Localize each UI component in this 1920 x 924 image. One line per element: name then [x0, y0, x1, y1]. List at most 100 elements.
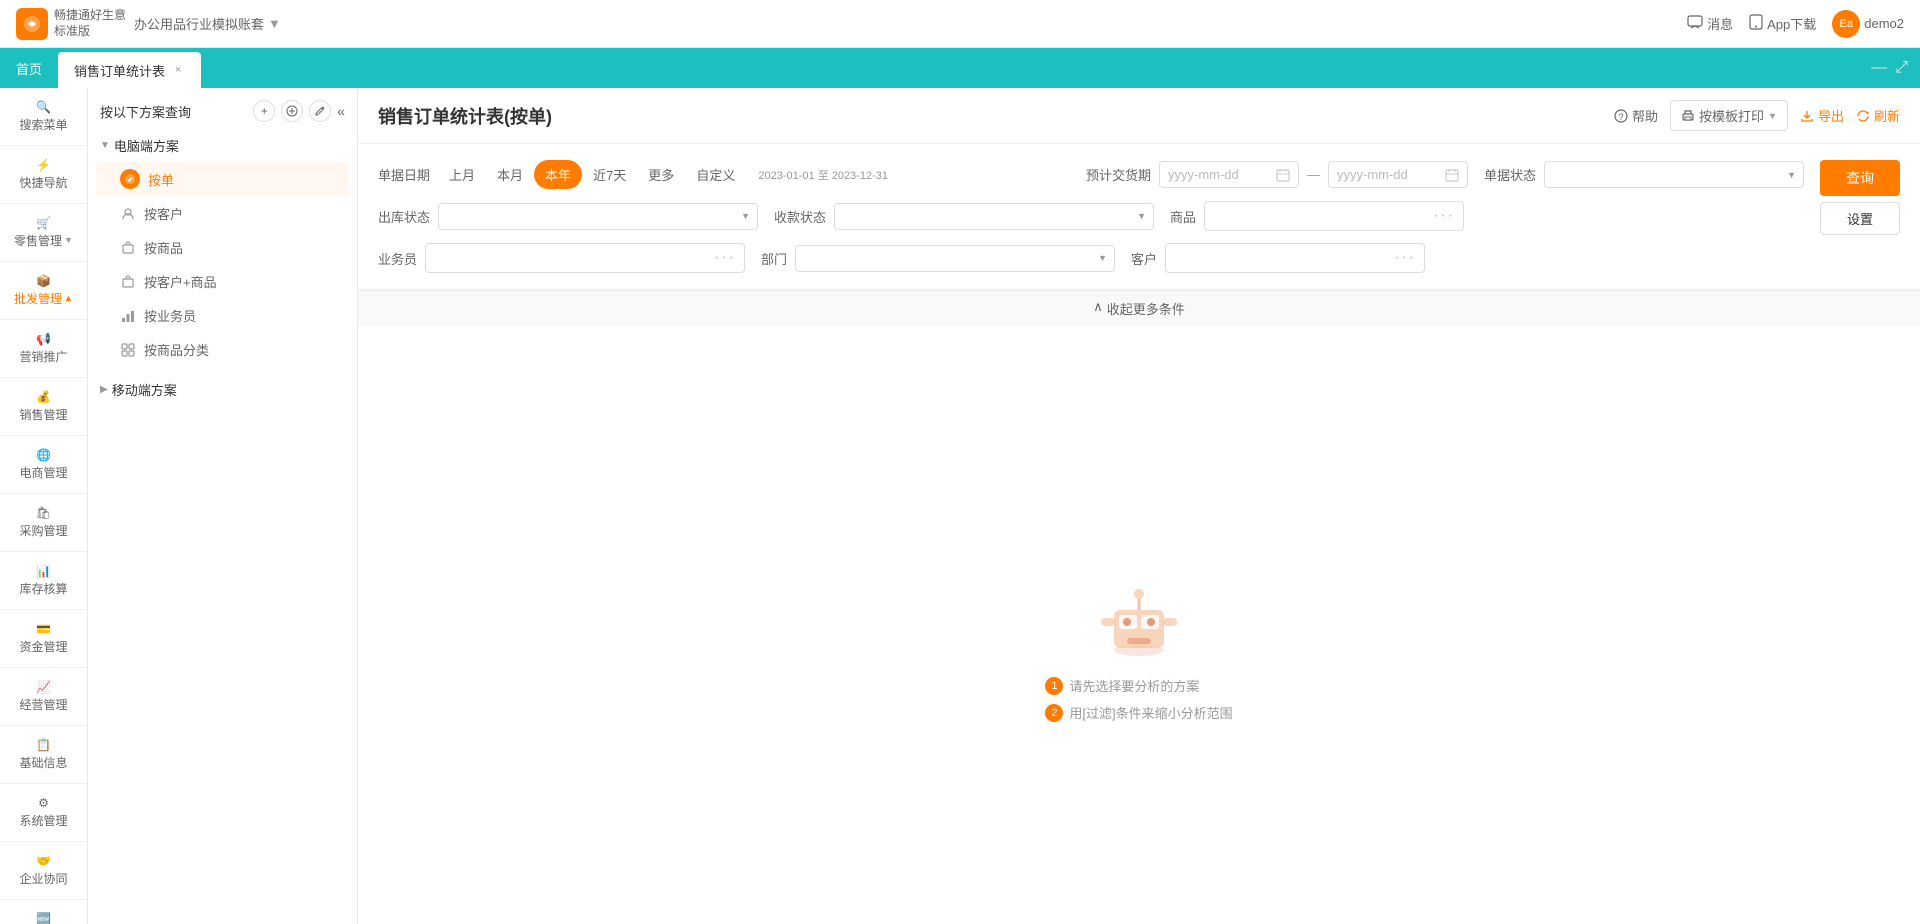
breadcrumb-dropdown-icon[interactable]: ▼ [268, 16, 281, 31]
filter-date-item: 单据日期 上月 本月 本年 近7天 更多 自定义 2023-01-01 至 20… [378, 160, 888, 189]
filter-row-1: 单据日期 上月 本月 本年 近7天 更多 自定义 2023-01-01 至 20… [378, 160, 1804, 189]
by-customer-icon [120, 206, 136, 222]
filter-area: 单据日期 上月 本月 本年 近7天 更多 自定义 2023-01-01 至 20… [358, 144, 1920, 290]
sidebar-item-search-menu[interactable]: 🔍 搜索菜单 [0, 88, 87, 146]
top-bar-right: 消息 App下载 Ea demo2 [1687, 10, 1904, 38]
empty-tip-2: 2 用[过滤]条件来缩小分析范围 [1045, 703, 1232, 722]
operations-icon: 📈 [0, 680, 87, 694]
main-layout: 🔍 搜索菜单 ⚡ 快捷导航 🛒 零售管理 ▼ 📦 批发管理 ▲ 📢 营销推广 [0, 88, 1920, 924]
app-download-btn[interactable]: App下载 [1749, 14, 1816, 33]
edit-scheme-btn[interactable] [281, 100, 303, 122]
sidebar-item-ecommerce[interactable]: 🌐 电商管理 [0, 436, 87, 494]
retail-arrow-icon: ▼ [64, 235, 73, 245]
refresh-btn[interactable]: 刷新 [1856, 106, 1900, 125]
scheme-item-by-salesperson[interactable]: 按业务员 [96, 299, 349, 332]
empty-tips: 1 请先选择要分析的方案 2 用[过滤]条件来缩小分析范围 [1045, 676, 1232, 730]
scheme-group-arrow-icon: ▼ [100, 140, 110, 151]
sidebar-item-wholesale-mgmt[interactable]: 📦 批发管理 ▲ [0, 262, 87, 320]
custom-date-btn[interactable]: 自定义 [685, 160, 746, 189]
scheme-group-mobile-header[interactable]: ▶ 移动端方案 [96, 374, 349, 405]
date-range-dash: — [1307, 167, 1320, 182]
tab-home[interactable]: 首页 [0, 48, 58, 88]
shipping-status-select[interactable] [438, 203, 758, 230]
top-bar: 畅捷通好生意 标准版 办公用品行业模拟账套 ▼ 消息 App下载 Ea demo… [0, 0, 1920, 48]
scheme-item-by-order[interactable]: 按单 [96, 162, 349, 196]
sidebar-item-operations[interactable]: 📈 经营管理 [0, 668, 87, 726]
user-area[interactable]: Ea demo2 [1832, 10, 1904, 38]
date-range-display: 2023-01-01 至 2023-12-31 [758, 167, 888, 183]
scheme-item-by-product[interactable]: 按商品 [96, 231, 349, 264]
by-product-icon [120, 240, 136, 256]
product-label: 商品 [1170, 207, 1196, 226]
product-input[interactable]: ··· [1204, 201, 1464, 231]
tab-sales-order[interactable]: 销售订单统计表 × [58, 52, 201, 88]
tip-text-2: 用[过滤]条件来缩小分析范围 [1069, 703, 1232, 722]
department-select[interactable] [795, 245, 1115, 272]
delivery-date-end[interactable]: yyyy-mm-dd [1328, 161, 1468, 188]
collapse-panel-btn[interactable]: « [337, 103, 345, 119]
empty-illustration [1089, 560, 1189, 660]
scheme-item-by-customer-label: 按客户 [144, 204, 183, 223]
message-label: 消息 [1707, 14, 1733, 33]
collapse-filter-btn[interactable]: ∧ 收起更多条件 [358, 290, 1920, 326]
sidebar-item-purchase[interactable]: 🛍 采购管理 [0, 494, 87, 552]
left-panel-title: 按以下方案查询 [100, 102, 191, 121]
by-salesperson-icon [120, 308, 136, 324]
username: demo2 [1864, 16, 1904, 31]
order-status-select[interactable] [1544, 161, 1804, 188]
customer-input[interactable]: ··· [1165, 243, 1425, 273]
query-btn[interactable]: 查询 [1820, 160, 1900, 196]
this-year-btn[interactable]: 本年 [534, 160, 582, 189]
order-status-select-wrapper [1544, 161, 1804, 188]
page-header: 销售订单统计表(按单) ? 帮助 按模板打印 ▼ 导出 [358, 88, 1920, 144]
add-scheme-btn[interactable]: + [253, 100, 275, 122]
ecommerce-icon: 🌐 [0, 448, 87, 462]
scheme-item-by-customer[interactable]: 按客户 [96, 197, 349, 230]
breadcrumb-area: 办公用品行业模拟账套 ▼ [134, 14, 281, 33]
sidebar-item-quick-nav[interactable]: ⚡ 快捷导航 [0, 146, 87, 204]
last-7-days-btn[interactable]: 近7天 [582, 160, 637, 189]
tab-close-btn[interactable]: × [171, 63, 185, 77]
filter-order-status: 单据状态 [1484, 161, 1804, 188]
payment-status-select[interactable] [834, 203, 1154, 230]
left-panel-header: 按以下方案查询 + « [88, 100, 357, 130]
calendar-icon-end [1445, 168, 1459, 182]
print-btn[interactable]: 按模板打印 ▼ [1670, 100, 1788, 131]
logo-text: 畅捷通好生意 标准版 [54, 8, 126, 39]
help-btn[interactable]: ? 帮助 [1614, 106, 1658, 125]
logo-icon [16, 8, 48, 40]
message-icon [1687, 14, 1703, 33]
salesperson-input[interactable]: ··· [425, 243, 745, 273]
app-download-label: App下载 [1767, 14, 1816, 33]
marketing-icon: 📢 [0, 332, 87, 346]
sidebar-item-finance[interactable]: 💳 资金管理 [0, 610, 87, 668]
tab-minimize-btn[interactable]: — [1871, 59, 1887, 77]
scheme-group-pc-header[interactable]: ▼ 电脑端方案 [96, 130, 349, 161]
delivery-date-start[interactable]: yyyy-mm-dd [1159, 161, 1299, 188]
tip-number-2: 2 [1045, 704, 1063, 722]
sidebar-item-inventory[interactable]: 📊 库存核算 [0, 552, 87, 610]
last-month-btn[interactable]: 上月 [438, 160, 486, 189]
sidebar-item-new-guide[interactable]: 🆕 新手引导 [0, 900, 87, 924]
customer-label: 客户 [1131, 249, 1157, 268]
sidebar-item-retail-mgmt[interactable]: 🛒 零售管理 ▼ [0, 204, 87, 262]
sidebar-item-system[interactable]: ⚙ 系统管理 [0, 784, 87, 842]
sidebar-item-marketing[interactable]: 📢 营销推广 [0, 320, 87, 378]
edit-scheme-icon-btn[interactable] [309, 100, 331, 122]
scheme-item-by-customer-product[interactable]: 按客户+商品 [96, 265, 349, 298]
more-dates-btn[interactable]: 更多 [637, 160, 685, 189]
message-btn[interactable]: 消息 [1687, 14, 1733, 33]
tab-maximize-btn[interactable]: ⤢ [1895, 59, 1908, 77]
settings-btn[interactable]: 设置 [1820, 202, 1900, 235]
top-bar-left: 畅捷通好生意 标准版 办公用品行业模拟账套 ▼ [16, 8, 281, 40]
quick-nav-icon: ⚡ [0, 158, 87, 172]
this-month-btn[interactable]: 本月 [486, 160, 534, 189]
sidebar-item-basic-info[interactable]: 📋 基础信息 [0, 726, 87, 784]
filter-department: 部门 [761, 245, 1115, 272]
sidebar: 🔍 搜索菜单 ⚡ 快捷导航 🛒 零售管理 ▼ 📦 批发管理 ▲ 📢 营销推广 [0, 88, 88, 924]
sidebar-item-enterprise[interactable]: 🤝 企业协同 [0, 842, 87, 900]
export-btn[interactable]: 导出 [1800, 106, 1844, 125]
sidebar-item-sales-mgmt[interactable]: 💰 销售管理 [0, 378, 87, 436]
scheme-item-by-product-cat[interactable]: 按商品分类 [96, 333, 349, 366]
department-select-wrapper [795, 245, 1115, 272]
